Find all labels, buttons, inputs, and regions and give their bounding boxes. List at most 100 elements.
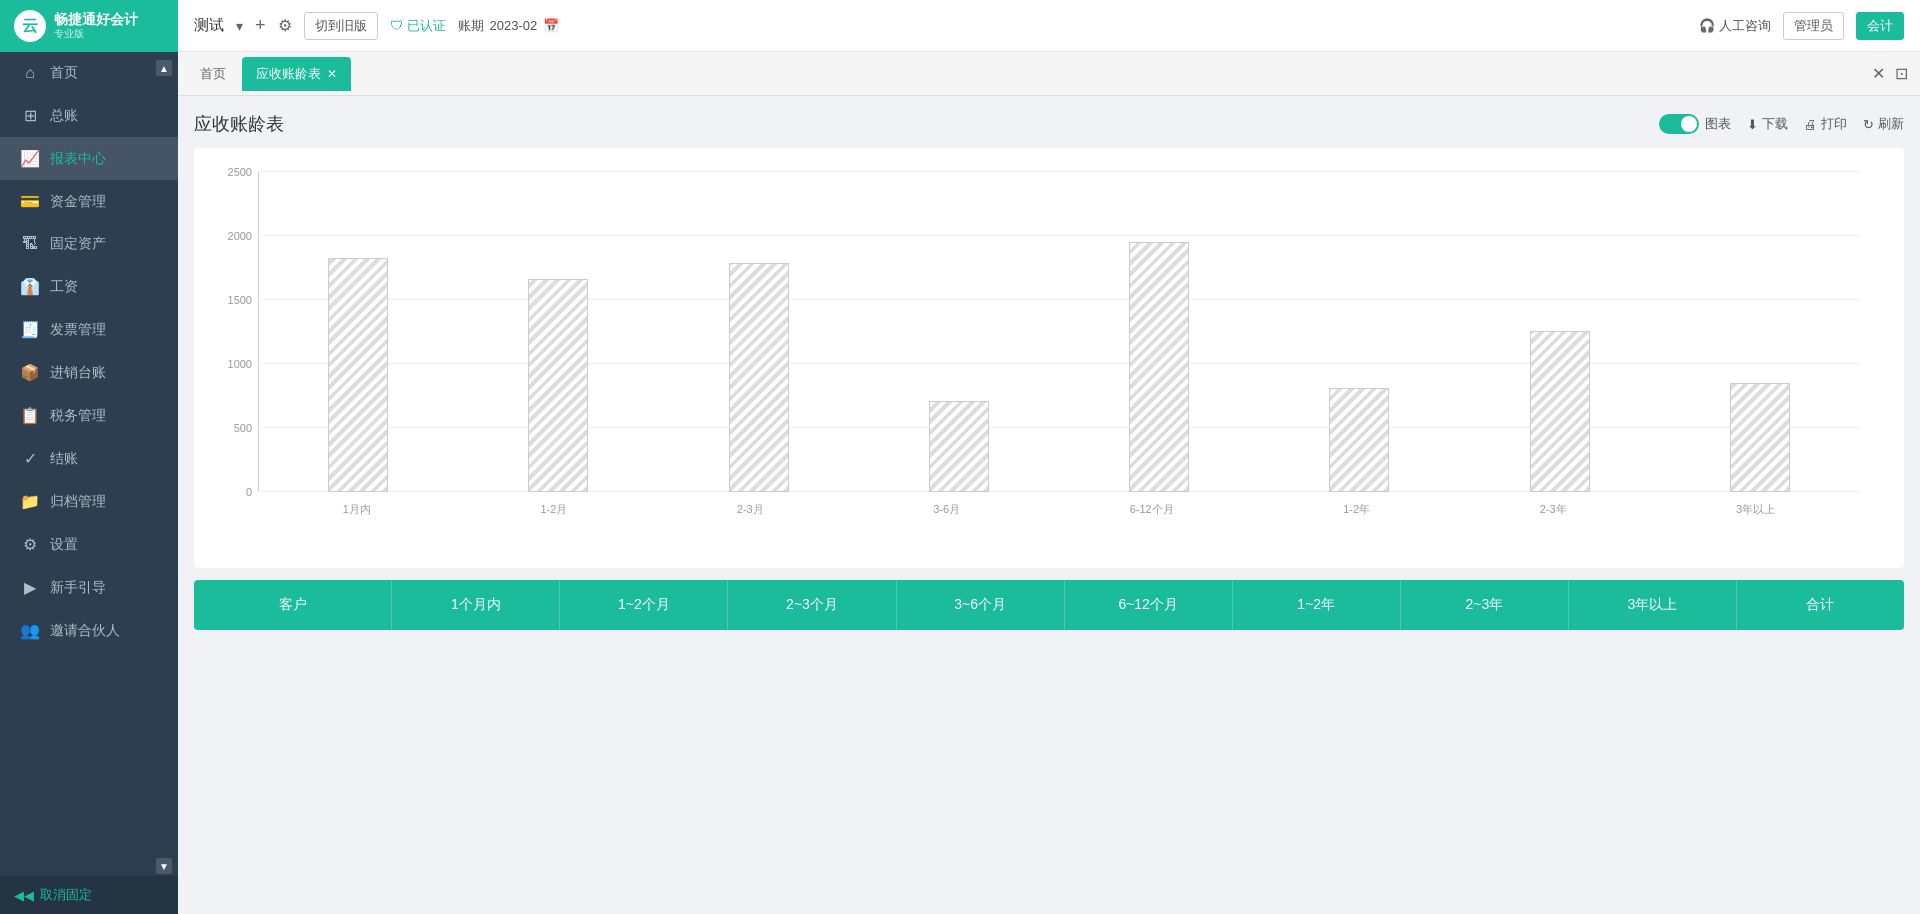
sidebar-scroll-down[interactable]: ▼: [156, 858, 172, 874]
table-column-header: 客户: [194, 580, 392, 630]
printer-icon: 🖨: [1804, 117, 1817, 132]
sidebar-label-funds: 资金管理: [50, 193, 106, 211]
bar-group: [1530, 331, 1590, 492]
bar-group: [528, 279, 588, 492]
y-axis-label: 1000: [228, 358, 258, 370]
switch-version-button[interactable]: 切到旧版: [304, 12, 378, 40]
invite-icon: 👥: [20, 621, 40, 640]
y-axis-label: 2500: [228, 166, 258, 178]
chart-container: 25002000150010005000 1月内1-2月2-3月3-6月6-12…: [194, 148, 1904, 568]
report-header: 应收账龄表 图表 ⬇ 下载 🖨 打印 ↻ 刷新: [194, 112, 1904, 136]
settings-gear-icon[interactable]: ⚙: [278, 16, 292, 35]
period-value: 2023-02: [490, 18, 538, 33]
sidebar-item-invite[interactable]: 👥 邀请合伙人: [0, 609, 178, 652]
role-button[interactable]: 会计: [1856, 12, 1904, 40]
sidebar-item-reports[interactable]: 📈 报表中心: [0, 137, 178, 180]
home-icon: ⌂: [20, 64, 40, 82]
tabbar: 首页 应收账龄表 ✕ ✕ ⊡: [178, 52, 1920, 96]
cancel-fixed-btn[interactable]: ◀◀ 取消固定: [0, 876, 178, 914]
x-axis-label: 2-3年: [1540, 502, 1567, 517]
sidebar-label-invoice: 发票管理: [50, 321, 106, 339]
sidebar-item-invoice[interactable]: 🧾 发票管理: [0, 308, 178, 351]
app-logo-icon: 云: [14, 10, 46, 42]
chart-toggle[interactable]: [1659, 114, 1699, 134]
bar-group: [1730, 383, 1790, 492]
sidebar-item-salary[interactable]: 👔 工资: [0, 265, 178, 308]
topbar: 测试 ▾ + ⚙ 切到旧版 🛡 已认证 账期 2023-02 📅 🎧 人工咨询 …: [178, 0, 1920, 52]
bar: [729, 263, 789, 492]
tax-icon: 📋: [20, 406, 40, 425]
x-axis-label: 3-6月: [933, 502, 960, 517]
sidebar-item-ledger[interactable]: ⊞ 总账: [0, 94, 178, 137]
x-axis-label: 3年以上: [1736, 502, 1775, 517]
sidebar-item-tax[interactable]: 📋 税务管理: [0, 394, 178, 437]
user-button[interactable]: 管理员: [1783, 12, 1844, 40]
sidebar-item-home[interactable]: ⌂ 首页: [0, 52, 178, 94]
sidebar-label-home: 首页: [50, 64, 78, 82]
period-label: 账期: [458, 17, 484, 35]
window-close-button[interactable]: ✕: [1868, 60, 1889, 87]
sidebar-label-archive: 归档管理: [50, 493, 106, 511]
download-icon: ⬇: [1747, 117, 1758, 132]
table-column-header: 3~6个月: [897, 580, 1065, 630]
sidebar-item-sales[interactable]: 📦 进销台账: [0, 351, 178, 394]
chart-toggle-label: 图表: [1705, 115, 1731, 133]
print-button[interactable]: 🖨 打印: [1804, 115, 1847, 133]
consult-button[interactable]: 🎧 人工咨询: [1699, 17, 1771, 35]
sidebar-item-settings[interactable]: ⚙ 设置: [0, 523, 178, 566]
bar-group: [729, 263, 789, 492]
x-axis-label: 1-2月: [540, 502, 567, 517]
bar: [1129, 242, 1189, 492]
sidebar-item-close[interactable]: ✓ 结账: [0, 437, 178, 480]
sidebar-item-assets[interactable]: 🏗 固定资产: [0, 223, 178, 265]
add-button[interactable]: +: [255, 15, 266, 36]
sidebar-logo: 云 畅捷通好会计 专业版: [0, 0, 178, 52]
table-column-header: 2~3个月: [728, 580, 896, 630]
sidebar-item-funds[interactable]: 💳 资金管理: [0, 180, 178, 223]
invoice-icon: 🧾: [20, 320, 40, 339]
bar-chart: 25002000150010005000 1月内1-2月2-3月3-6月6-12…: [218, 172, 1880, 532]
main-area: 测试 ▾ + ⚙ 切到旧版 🛡 已认证 账期 2023-02 📅 🎧 人工咨询 …: [178, 0, 1920, 914]
shield-icon: 🛡: [390, 18, 403, 33]
chart-toggle-wrap: 图表: [1659, 114, 1731, 134]
sidebar-nav: ⌂ 首页 ⊞ 总账 📈 报表中心 💳 资金管理 🏗 固定资产 👔 工资 🧾 发票…: [0, 52, 178, 876]
archive-icon: 📁: [20, 492, 40, 511]
x-labels: 1月内1-2月2-3月3-6月6-12个月1-2年2-3年3年以上: [258, 492, 1860, 532]
bars-area: [258, 172, 1860, 492]
sidebar-scroll-up[interactable]: ▲: [156, 60, 172, 76]
funds-icon: 💳: [20, 192, 40, 211]
window-expand-button[interactable]: ⊡: [1891, 60, 1912, 87]
sidebar-label-tax: 税务管理: [50, 407, 106, 425]
bar-group: [1329, 388, 1389, 492]
sidebar-label-ledger: 总账: [50, 107, 78, 125]
tab-home[interactable]: 首页: [186, 57, 240, 91]
refresh-icon: ↻: [1863, 117, 1874, 132]
page-title: 应收账龄表: [194, 112, 284, 136]
download-button[interactable]: ⬇ 下载: [1747, 115, 1788, 133]
refresh-button[interactable]: ↻ 刷新: [1863, 115, 1904, 133]
sidebar-item-guide[interactable]: ▶ 新手引导: [0, 566, 178, 609]
bar: [528, 279, 588, 492]
sidebar-label-assets: 固定资产: [50, 235, 106, 253]
calendar-icon[interactable]: 📅: [543, 18, 559, 33]
bar-group: [328, 258, 388, 492]
table-column-header: 6~12个月: [1065, 580, 1233, 630]
consult-label: 人工咨询: [1719, 17, 1771, 35]
sidebar-label-sales: 进销台账: [50, 364, 106, 382]
y-axis-label: 500: [234, 422, 258, 434]
sidebar-item-archive[interactable]: 📁 归档管理: [0, 480, 178, 523]
x-axis-label: 1-2年: [1343, 502, 1370, 517]
cancel-fixed-label: 取消固定: [40, 886, 92, 904]
table-column-header: 2~3年: [1401, 580, 1569, 630]
tab-close-icon[interactable]: ✕: [327, 67, 337, 81]
page-content: 应收账龄表 图表 ⬇ 下载 🖨 打印 ↻ 刷新: [178, 96, 1920, 914]
tab-receivable-aging[interactable]: 应收账龄表 ✕: [242, 57, 351, 91]
app-name: 畅捷通好会计: [54, 11, 138, 28]
table-column-header: 3年以上: [1569, 580, 1737, 630]
sidebar-label-reports: 报表中心: [50, 150, 106, 168]
y-axis-label: 0: [246, 486, 258, 498]
table-container: 客户1个月内1~2个月2~3个月3~6个月6~12个月1~2年2~3年3年以上合…: [194, 580, 1904, 630]
ledger-icon: ⊞: [20, 106, 40, 125]
bar: [1730, 383, 1790, 492]
company-dropdown-icon[interactable]: ▾: [236, 18, 243, 34]
